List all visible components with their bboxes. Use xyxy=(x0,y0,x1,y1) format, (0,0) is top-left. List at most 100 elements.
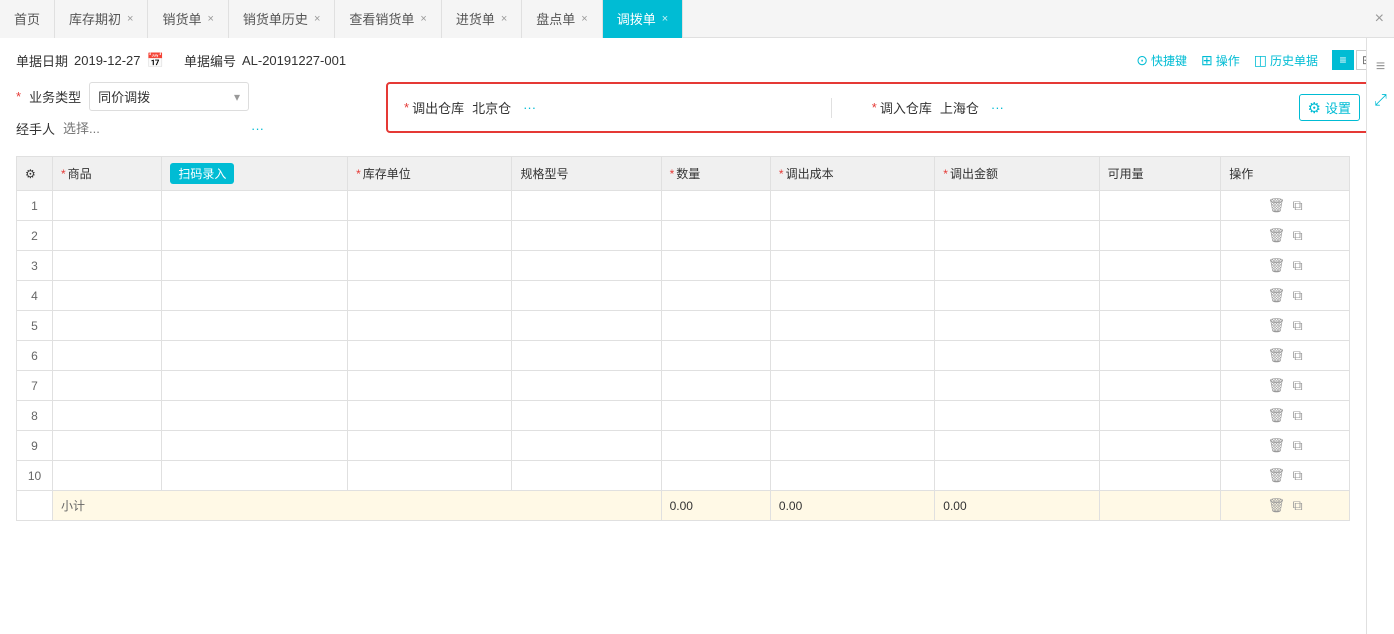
copy-icon-2[interactable]: ⧉ xyxy=(1293,227,1303,243)
cell-spec-4[interactable] xyxy=(512,281,661,311)
cell-product-10[interactable] xyxy=(53,461,162,491)
cell-cost-6[interactable] xyxy=(770,341,934,371)
delete-icon-9[interactable]: 🗑 xyxy=(1268,437,1286,453)
cell-product-3[interactable] xyxy=(53,251,162,281)
scan-button[interactable]: 扫码录入 xyxy=(170,163,234,184)
delete-icon-8[interactable]: 🗑 xyxy=(1268,407,1286,423)
cell-qty-5[interactable] xyxy=(661,311,770,341)
cell-spec-3[interactable] xyxy=(512,251,661,281)
in-warehouse-more-btn[interactable]: ··· xyxy=(987,100,1008,115)
cell-amount-2[interactable] xyxy=(935,221,1099,251)
calendar-icon[interactable]: 📅 xyxy=(147,52,164,69)
cell-qty-7[interactable] xyxy=(661,371,770,401)
cell-unit-7[interactable] xyxy=(348,371,512,401)
cell-spec-1[interactable] xyxy=(512,191,661,221)
settings-button[interactable]: ⚙ 设置 xyxy=(1299,94,1360,121)
cell-amount-9[interactable] xyxy=(935,431,1099,461)
copy-icon-8[interactable]: ⧉ xyxy=(1293,407,1303,423)
cell-unit-5[interactable] xyxy=(348,311,512,341)
cell-cost-2[interactable] xyxy=(770,221,934,251)
cell-qty-2[interactable] xyxy=(661,221,770,251)
cell-amount-10[interactable] xyxy=(935,461,1099,491)
sidebar-list-icon[interactable]: ≡ xyxy=(1376,58,1385,76)
cell-unit-4[interactable] xyxy=(348,281,512,311)
delete-icon-10[interactable]: 🗑 xyxy=(1268,467,1286,483)
cell-unit-8[interactable] xyxy=(348,401,512,431)
copy-icon-1[interactable]: ⧉ xyxy=(1293,197,1303,213)
cell-unit-1[interactable] xyxy=(348,191,512,221)
cell-spec-7[interactable] xyxy=(512,371,661,401)
subtotal-copy-icon[interactable]: ⧉ xyxy=(1293,497,1303,513)
cell-cost-7[interactable] xyxy=(770,371,934,401)
cell-cost-8[interactable] xyxy=(770,401,934,431)
copy-icon-9[interactable]: ⧉ xyxy=(1293,437,1303,453)
tab-view-sales-close[interactable]: × xyxy=(420,13,426,25)
cell-product-9[interactable] xyxy=(53,431,162,461)
cell-unit-9[interactable] xyxy=(348,431,512,461)
tab-sales-history[interactable]: 销货单历史 × xyxy=(229,0,335,38)
cell-qty-6[interactable] xyxy=(661,341,770,371)
cell-unit-3[interactable] xyxy=(348,251,512,281)
col-gear-header[interactable]: ⚙ xyxy=(17,157,53,191)
tab-home[interactable]: 首页 xyxy=(0,0,55,38)
cell-amount-5[interactable] xyxy=(935,311,1099,341)
cell-amount-1[interactable] xyxy=(935,191,1099,221)
tab-inventory-check-close[interactable]: × xyxy=(581,13,587,25)
cell-cost-1[interactable] xyxy=(770,191,934,221)
delete-icon-3[interactable]: 🗑 xyxy=(1268,257,1286,273)
copy-icon-7[interactable]: ⧉ xyxy=(1293,377,1303,393)
delete-icon-2[interactable]: 🗑 xyxy=(1268,227,1286,243)
tab-purchase-close[interactable]: × xyxy=(501,13,507,25)
cell-qty-3[interactable] xyxy=(661,251,770,281)
shortcut-keys-action[interactable]: ⊙ 快捷键 xyxy=(1136,52,1187,69)
handler-more-btn[interactable]: ··· xyxy=(247,121,268,136)
out-warehouse-more-btn[interactable]: ··· xyxy=(519,100,540,115)
sidebar-expand-icon[interactable]: ⤢ xyxy=(1374,92,1387,110)
delete-icon-5[interactable]: 🗑 xyxy=(1268,317,1286,333)
cell-unit-10[interactable] xyxy=(348,461,512,491)
biz-type-select[interactable]: 同价调拨 ▾ xyxy=(89,82,249,111)
tab-sales-order[interactable]: 销货单 × xyxy=(148,0,228,38)
cell-spec-8[interactable] xyxy=(512,401,661,431)
cell-qty-1[interactable] xyxy=(661,191,770,221)
cell-product-6[interactable] xyxy=(53,341,162,371)
cell-amount-8[interactable] xyxy=(935,401,1099,431)
cell-product-2[interactable] xyxy=(53,221,162,251)
cell-cost-9[interactable] xyxy=(770,431,934,461)
history-docs-action[interactable]: ◫ 历史单据 xyxy=(1254,52,1318,69)
delete-icon-4[interactable]: 🗑 xyxy=(1268,287,1286,303)
cell-spec-9[interactable] xyxy=(512,431,661,461)
cell-spec-2[interactable] xyxy=(512,221,661,251)
cell-qty-8[interactable] xyxy=(661,401,770,431)
delete-icon-1[interactable]: 🗑 xyxy=(1268,197,1286,213)
cell-unit-6[interactable] xyxy=(348,341,512,371)
copy-icon-6[interactable]: ⧉ xyxy=(1293,347,1303,363)
cell-amount-6[interactable] xyxy=(935,341,1099,371)
cell-spec-6[interactable] xyxy=(512,341,661,371)
cell-unit-2[interactable] xyxy=(348,221,512,251)
cell-product-1[interactable] xyxy=(53,191,162,221)
cell-product-8[interactable] xyxy=(53,401,162,431)
cell-cost-5[interactable] xyxy=(770,311,934,341)
cell-product-4[interactable] xyxy=(53,281,162,311)
handler-input[interactable] xyxy=(63,121,239,136)
tab-transfer-close[interactable]: × xyxy=(662,13,668,25)
tab-sales-order-close[interactable]: × xyxy=(207,13,213,25)
copy-icon-10[interactable]: ⧉ xyxy=(1293,467,1303,483)
operations-action[interactable]: ⊞ 操作 xyxy=(1201,52,1240,69)
cell-amount-3[interactable] xyxy=(935,251,1099,281)
copy-icon-5[interactable]: ⧉ xyxy=(1293,317,1303,333)
delete-icon-6[interactable]: 🗑 xyxy=(1268,347,1286,363)
cell-spec-5[interactable] xyxy=(512,311,661,341)
tab-view-sales[interactable]: 查看销货单 × xyxy=(335,0,441,38)
copy-icon-3[interactable]: ⧉ xyxy=(1293,257,1303,273)
cell-qty-9[interactable] xyxy=(661,431,770,461)
cell-cost-4[interactable] xyxy=(770,281,934,311)
tab-purchase[interactable]: 进货单 × xyxy=(442,0,522,38)
window-close-button[interactable]: × xyxy=(1375,10,1384,28)
cell-cost-10[interactable] xyxy=(770,461,934,491)
view-list-btn[interactable]: ≡ xyxy=(1332,50,1354,70)
subtotal-delete-icon[interactable]: 🗑 xyxy=(1268,497,1286,513)
cell-spec-10[interactable] xyxy=(512,461,661,491)
cell-amount-7[interactable] xyxy=(935,371,1099,401)
